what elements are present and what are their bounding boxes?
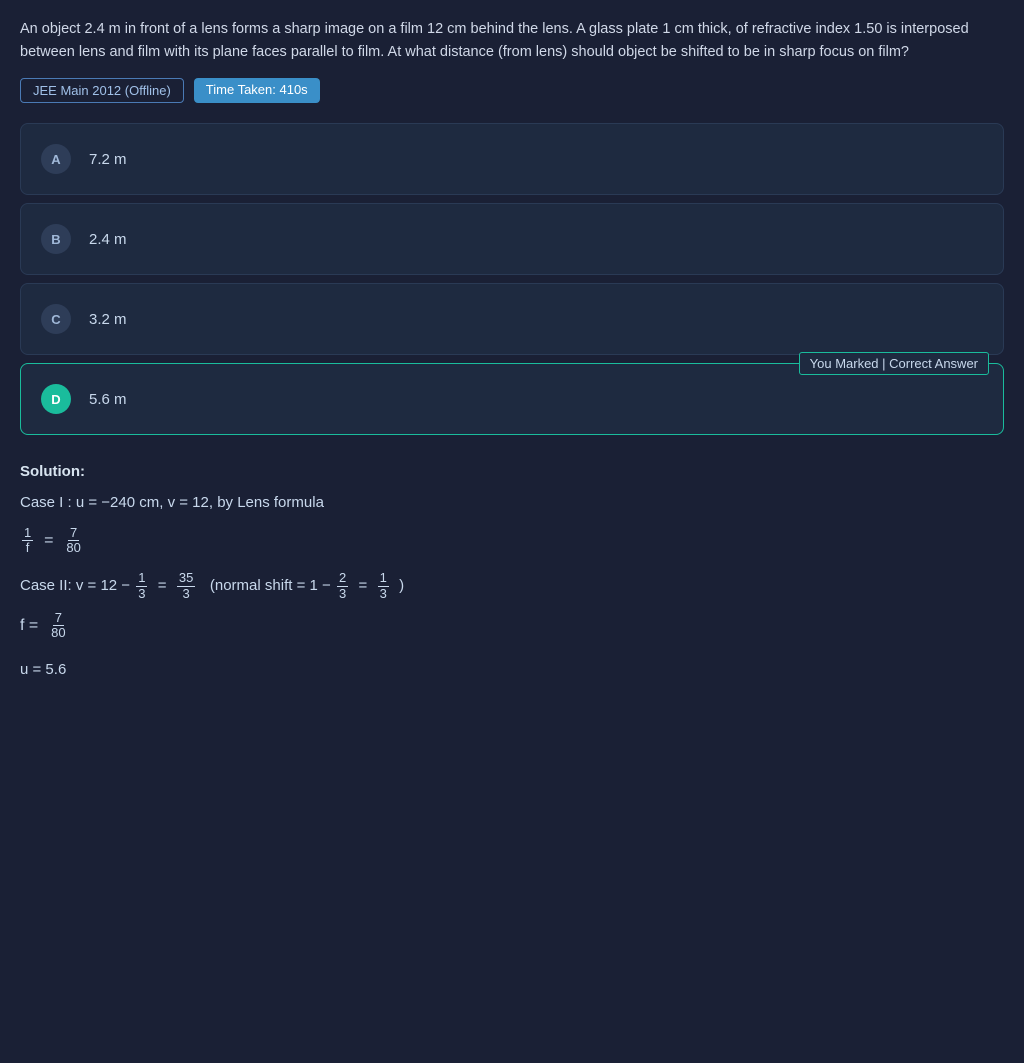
solution-line3: Case II: v = 12 − 1 3 = 35 3 (normal shi…: [20, 571, 1004, 601]
option-b-badge: B: [41, 224, 71, 254]
question-text: An object 2.4 m in front of a lens forms…: [20, 18, 1004, 64]
option-c-badge: C: [41, 304, 71, 334]
tags-row: JEE Main 2012 (Offline) Time Taken: 410s: [20, 78, 1004, 103]
option-d-badge: D: [41, 384, 71, 414]
options-container: A 7.2 m B 2.4 m C 3.2 m D 5.6 m You Mark…: [20, 123, 1004, 443]
option-a-text: 7.2 m: [89, 151, 127, 168]
solution-label: Solution:: [20, 463, 1004, 480]
option-b[interactable]: B 2.4 m: [20, 203, 1004, 275]
solution-line1: Case I : u = −240 cm, v = 12, by Lens fo…: [20, 490, 1004, 516]
solution-math1: 1 f = 7 80: [20, 526, 1004, 556]
solution-section: Solution: Case I : u = −240 cm, v = 12, …: [20, 463, 1004, 682]
you-marked-label: You Marked | Correct Answer: [799, 352, 989, 375]
option-b-text: 2.4 m: [89, 231, 127, 248]
option-a[interactable]: A 7.2 m: [20, 123, 1004, 195]
option-a-badge: A: [41, 144, 71, 174]
option-c-text: 3.2 m: [89, 311, 127, 328]
solution-line5: u = 5.6: [20, 657, 1004, 683]
option-d[interactable]: D 5.6 m You Marked | Correct Answer: [20, 363, 1004, 435]
solution-math2: f = 7 80: [20, 611, 1004, 641]
page-container: An object 2.4 m in front of a lens forms…: [0, 0, 1024, 706]
option-c[interactable]: C 3.2 m: [20, 283, 1004, 355]
option-d-text: 5.6 m: [89, 391, 127, 408]
tag-jee-main: JEE Main 2012 (Offline): [20, 78, 184, 103]
tag-time-taken: Time Taken: 410s: [194, 78, 320, 103]
